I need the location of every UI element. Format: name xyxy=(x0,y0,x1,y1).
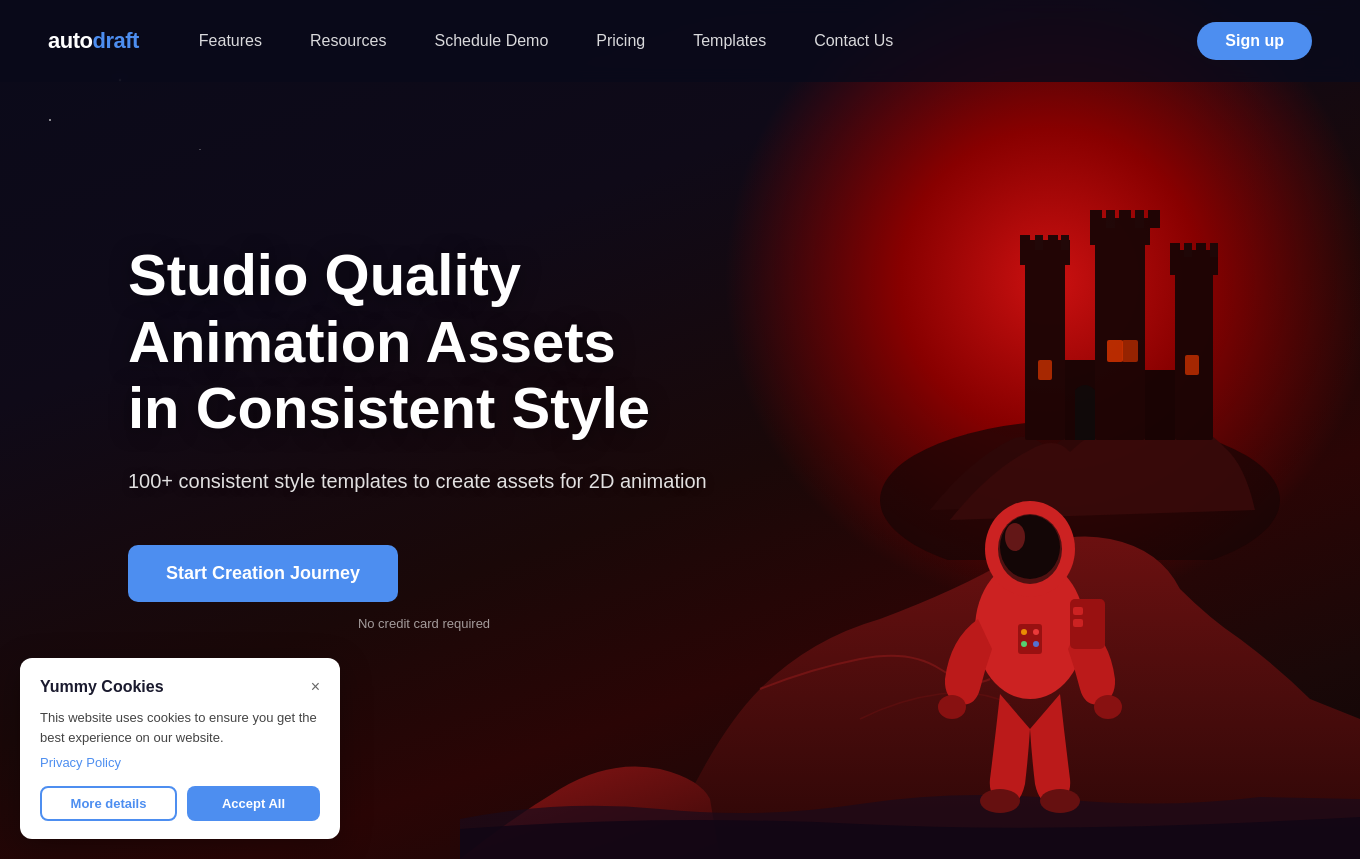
more-details-button[interactable]: More details xyxy=(40,786,177,821)
logo-draft: draft xyxy=(92,28,138,54)
hero-content: Studio Quality Animation Assets in Consi… xyxy=(0,82,720,631)
signup-button[interactable]: Sign up xyxy=(1197,22,1312,60)
svg-point-59 xyxy=(938,695,966,719)
nav-schedule-demo[interactable]: Schedule Demo xyxy=(434,32,548,50)
svg-rect-42 xyxy=(1148,210,1160,228)
svg-point-68 xyxy=(1033,629,1039,635)
svg-rect-64 xyxy=(1073,607,1083,615)
nav-templates[interactable]: Templates xyxy=(693,32,766,50)
cta-section: Start Creation Journey No credit card re… xyxy=(128,545,720,631)
no-credit-card-text: No credit card required xyxy=(128,616,720,631)
svg-point-61 xyxy=(980,789,1020,813)
svg-point-62 xyxy=(1040,789,1080,813)
nav-resources[interactable]: Resources xyxy=(310,32,386,50)
svg-rect-38 xyxy=(1090,210,1102,228)
nav-actions: Sign up xyxy=(1197,22,1312,60)
cookie-banner: Yummy Cookies × This website uses cookie… xyxy=(20,658,340,839)
cookie-header: Yummy Cookies × xyxy=(40,678,320,696)
nav-features[interactable]: Features xyxy=(199,32,262,50)
svg-rect-39 xyxy=(1106,210,1115,228)
svg-point-70 xyxy=(1033,641,1039,647)
svg-point-58 xyxy=(1005,523,1025,551)
svg-rect-65 xyxy=(1073,619,1083,627)
svg-point-69 xyxy=(1021,641,1027,647)
nav-pricing[interactable]: Pricing xyxy=(596,32,645,50)
hero-title: Studio Quality Animation Assets in Consi… xyxy=(128,242,720,442)
svg-point-60 xyxy=(1094,695,1122,719)
logo[interactable]: autodraft xyxy=(48,28,139,54)
svg-rect-66 xyxy=(1018,624,1042,654)
astronaut-illustration xyxy=(930,449,1130,829)
cookie-body-text: This website uses cookies to ensure you … xyxy=(40,708,320,747)
logo-auto: auto xyxy=(48,28,92,54)
svg-rect-41 xyxy=(1135,210,1144,228)
cookie-close-button[interactable]: × xyxy=(311,679,320,695)
accept-all-button[interactable]: Accept All xyxy=(187,786,320,821)
cookie-title: Yummy Cookies xyxy=(40,678,164,696)
navbar: autodraft Features Resources Schedule De… xyxy=(0,0,1360,82)
cookie-actions: More details Accept All xyxy=(40,786,320,821)
nav-links: Features Resources Schedule Demo Pricing… xyxy=(199,32,1198,50)
cta-button[interactable]: Start Creation Journey xyxy=(128,545,398,602)
svg-rect-40 xyxy=(1119,210,1131,228)
svg-point-67 xyxy=(1021,629,1027,635)
privacy-policy-link[interactable]: Privacy Policy xyxy=(40,755,320,770)
nav-contact-us[interactable]: Contact Us xyxy=(814,32,893,50)
hero-subtitle: 100+ consistent style templates to creat… xyxy=(128,470,720,493)
